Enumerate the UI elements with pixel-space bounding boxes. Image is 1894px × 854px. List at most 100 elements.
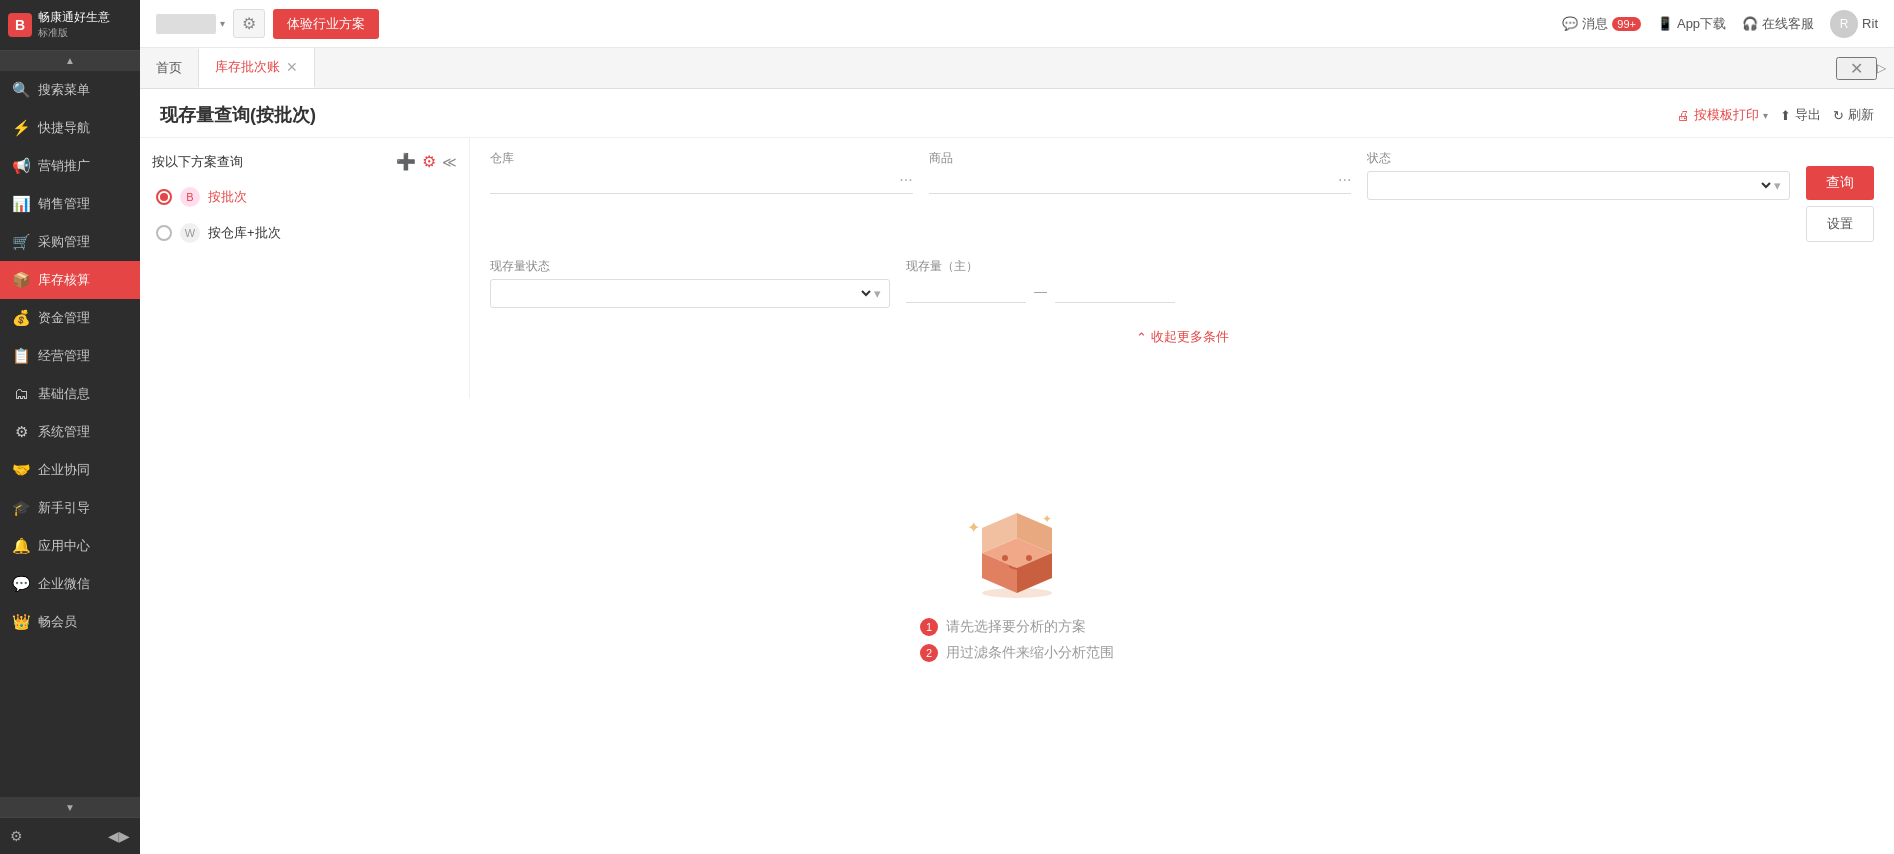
- scroll-down-btn[interactable]: ▼: [0, 797, 140, 817]
- settings-scheme-btn[interactable]: ⚙: [422, 152, 436, 171]
- print-icon: 🖨: [1677, 108, 1690, 123]
- status-select-row: ▾: [1367, 171, 1790, 200]
- stock-qty-dash: —: [1034, 284, 1047, 299]
- add-scheme-btn[interactable]: ➕: [396, 152, 416, 171]
- warehouse-batch-icon: W: [180, 223, 200, 243]
- marketing-icon: 📢: [12, 157, 30, 175]
- brand-name: 畅康通好生意: [38, 10, 110, 26]
- newbie-icon: 🎓: [12, 499, 30, 517]
- gear-btn[interactable]: ⚙: [233, 9, 265, 38]
- messages-btn[interactable]: 💬 消息 99+: [1562, 15, 1641, 33]
- online-service-btn[interactable]: 🎧 在线客服: [1742, 15, 1814, 33]
- sidebar-nav: 🔍 搜索菜单 ⚡ 快捷导航 📢 营销推广 📊 销售管理 🛒 采购管理 📦: [0, 71, 140, 797]
- brand-sub: 标准版: [38, 26, 110, 40]
- sidebar-item-purchase-label: 采购管理: [38, 233, 90, 251]
- query-btn[interactable]: 查询: [1806, 166, 1874, 200]
- stock-qty-label: 现存量（主）: [906, 258, 1306, 275]
- settings-footer-btn[interactable]: ⚙: [10, 828, 23, 844]
- goods-more-icon[interactable]: ···: [1338, 171, 1351, 189]
- app-download-label: App下载: [1677, 15, 1726, 33]
- svg-point-6: [1002, 555, 1008, 561]
- page-actions: 🖨 按模板打印 ▾ ⬆ 导出 ↻ 刷新: [1677, 106, 1874, 124]
- sidebar-item-shortcut[interactable]: ⚡ 快捷导航: [0, 109, 140, 147]
- tab-close-btn[interactable]: ✕: [286, 59, 298, 75]
- message-icon: 💬: [1562, 16, 1578, 31]
- print-btn[interactable]: 🖨 按模板打印 ▾: [1677, 106, 1768, 124]
- stock-status-select[interactable]: [499, 285, 874, 302]
- stock-qty-max-input[interactable]: [1055, 279, 1175, 303]
- sidebar-item-finance[interactable]: 💰 资金管理: [0, 299, 140, 337]
- batch-icon: B: [180, 187, 200, 207]
- experience-btn[interactable]: 体验行业方案: [273, 9, 379, 39]
- tab-home-label: 首页: [156, 59, 182, 77]
- basic-icon: 🗂: [12, 385, 30, 403]
- global-close-btn[interactable]: ✕: [1836, 57, 1877, 80]
- enterprise-icon: 🤝: [12, 461, 30, 479]
- svg-text:✦: ✦: [967, 519, 980, 536]
- sidebar-item-marketing[interactable]: 📢 营销推广: [0, 147, 140, 185]
- stock-status-label: 现存量状态: [490, 258, 890, 275]
- filter-sidebar-header: 按以下方案查询 ➕ ⚙ ≪: [140, 148, 469, 179]
- collapse-more-btn[interactable]: ⌃ 收起更多条件: [490, 320, 1874, 354]
- sidebar-item-enterprise-label: 企业协同: [38, 461, 90, 479]
- sidebar-item-member[interactable]: 👑 畅会员: [0, 603, 140, 641]
- warehouse-input[interactable]: [490, 173, 899, 188]
- sidebar-item-basic-label: 基础信息: [38, 385, 90, 403]
- filter-settings-btn[interactable]: 设置: [1806, 206, 1874, 242]
- sidebar-item-newbie-label: 新手引导: [38, 499, 90, 517]
- sidebar-item-enterprise[interactable]: 🤝 企业协同: [0, 451, 140, 489]
- messages-badge: 99+: [1612, 17, 1641, 31]
- refresh-label: 刷新: [1848, 106, 1874, 124]
- page-content: 现存量查询(按批次) 🖨 按模板打印 ▾ ⬆ 导出 ↻ 刷新: [140, 89, 1894, 854]
- goods-input-row: ···: [929, 171, 1352, 194]
- print-chevron-icon: ▾: [1763, 110, 1768, 121]
- svg-point-7: [1026, 555, 1032, 561]
- user-name: Rit: [1862, 16, 1878, 31]
- sidebar-item-operation[interactable]: 📋 经营管理: [0, 337, 140, 375]
- status-select[interactable]: [1376, 177, 1774, 194]
- sidebar-item-purchase[interactable]: 🛒 采购管理: [0, 223, 140, 261]
- sidebar-item-shortcut-label: 快捷导航: [38, 119, 90, 137]
- goods-label: 商品: [929, 150, 1352, 167]
- page-header: 现存量查询(按批次) 🖨 按模板打印 ▾ ⬆ 导出 ↻ 刷新: [140, 89, 1894, 138]
- sidebar-item-wechat-label: 企业微信: [38, 575, 90, 593]
- warehouse-more-icon[interactable]: ···: [899, 171, 912, 189]
- goods-input[interactable]: [929, 173, 1338, 188]
- tab-home[interactable]: 首页: [140, 49, 199, 87]
- finance-icon: 💰: [12, 309, 30, 327]
- sidebar-item-inventory[interactable]: 📦 库存核算: [0, 261, 140, 299]
- app-download-btn[interactable]: 📱 App下载: [1657, 15, 1726, 33]
- member-icon: 👑: [12, 613, 30, 631]
- sidebar-item-wechat[interactable]: 💬 企业微信: [0, 565, 140, 603]
- batch-radio: [156, 189, 172, 205]
- sidebar-item-sales[interactable]: 📊 销售管理: [0, 185, 140, 223]
- goods-field: 商品 ···: [929, 150, 1352, 194]
- sidebar-item-system[interactable]: ⚙ 系统管理: [0, 413, 140, 451]
- sidebar-item-finance-label: 资金管理: [38, 309, 90, 327]
- warehouse-input-row: ···: [490, 171, 913, 194]
- sidebar-item-appstore[interactable]: 🔔 应用中心: [0, 527, 140, 565]
- svg-text:✦: ✦: [1042, 512, 1052, 526]
- collapse-sidebar-btn[interactable]: ◀▶: [108, 828, 130, 844]
- sidebar-item-sales-label: 销售管理: [38, 195, 90, 213]
- sidebar-item-newbie[interactable]: 🎓 新手引导: [0, 489, 140, 527]
- sidebar-item-search[interactable]: 🔍 搜索菜单: [0, 71, 140, 109]
- empty-tips: 1 请先选择要分析的方案 2 用过滤条件来缩小分析范围: [920, 618, 1114, 670]
- sidebar-item-basic[interactable]: 🗂 基础信息: [0, 375, 140, 413]
- maximize-hint: ▷: [1877, 61, 1894, 75]
- refresh-btn[interactable]: ↻ 刷新: [1833, 106, 1874, 124]
- filter-option-warehouse-batch[interactable]: W 按仓库+批次: [140, 215, 469, 251]
- tab-inventory-batch-label: 库存批次账: [215, 58, 280, 76]
- filter-option-batch-label: 按批次: [208, 188, 247, 206]
- stock-qty-min-input[interactable]: [906, 279, 1026, 303]
- user-profile-btn[interactable]: R Rit: [1830, 10, 1878, 38]
- batch-radio-inner: [160, 193, 168, 201]
- warehouse-field: 仓库 ···: [490, 150, 913, 194]
- tab-inventory-batch[interactable]: 库存批次账 ✕: [199, 48, 315, 88]
- scroll-up-btn[interactable]: ▲: [0, 51, 140, 71]
- page-title: 现存量查询(按批次): [160, 103, 316, 127]
- empty-state: ✦ ✦ 1 请先选择要分析的方案 2 用过滤条件来缩小分析范围: [140, 398, 1894, 750]
- filter-option-batch[interactable]: B 按批次: [140, 179, 469, 215]
- collapse-sidebar-panel-btn[interactable]: ≪: [442, 154, 457, 170]
- export-btn[interactable]: ⬆ 导出: [1780, 106, 1821, 124]
